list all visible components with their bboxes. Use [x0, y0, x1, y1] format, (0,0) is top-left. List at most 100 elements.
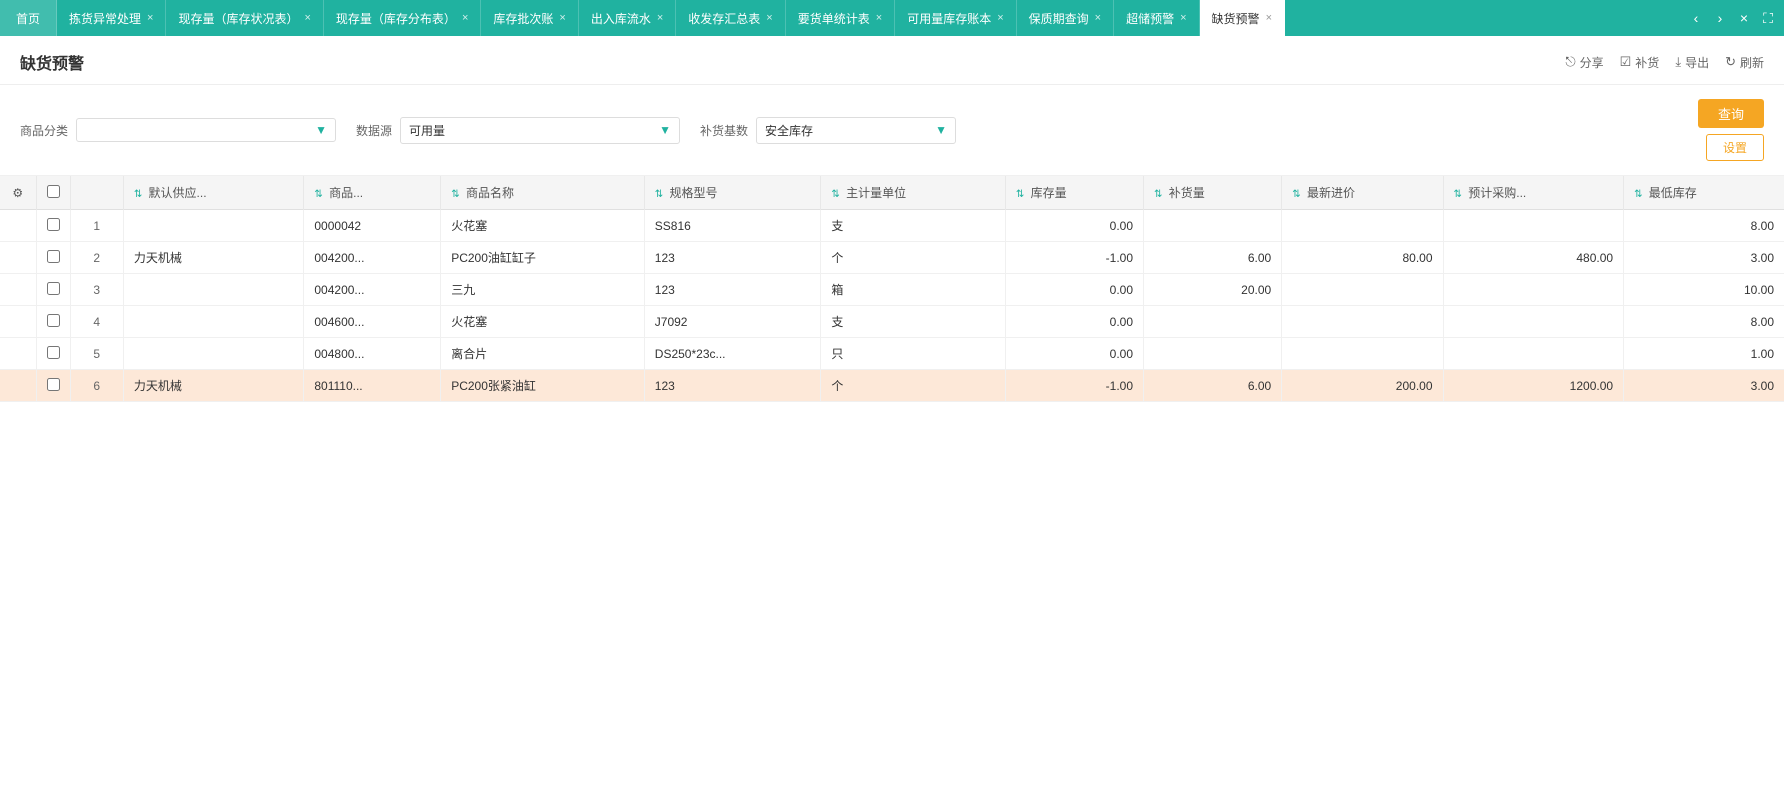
td-minstock-5: 3.00 [1624, 370, 1784, 402]
td-checkbox-0[interactable] [36, 210, 70, 242]
replenish-base-select-value: 安全库存 [765, 122, 813, 139]
tab-inventory-status[interactable]: 现存量（库存状况表） × [166, 0, 323, 36]
row-checkbox-4[interactable] [47, 346, 60, 359]
sort-icon-unit: ⇅ [831, 189, 839, 200]
share-icon: ⎋ [1565, 54, 1575, 70]
th-min-stock[interactable]: ⇅ 最低库存 [1624, 176, 1784, 210]
td-code-5: 801110... [304, 370, 441, 402]
td-unit-4: 只 [821, 338, 1005, 370]
td-price-1: 80.00 [1282, 242, 1443, 274]
refresh-button[interactable]: ↻ 刷新 [1725, 54, 1764, 71]
share-button[interactable]: ⎋ 分享 [1565, 54, 1603, 71]
row-checkbox-0[interactable] [47, 218, 60, 231]
datasource-select-arrow-icon: ▼ [659, 123, 671, 137]
tab-fullscreen-btn[interactable]: ⛶ [1756, 6, 1780, 30]
replenish-base-select-arrow-icon: ▼ [935, 123, 947, 137]
category-filter-group: 商品分类 ▼ [20, 118, 336, 142]
table-header-row: ⚙ ⇅ 默认供应... ⇅ 商品... ⇅ [0, 176, 1784, 210]
row-checkbox-1[interactable] [47, 250, 60, 263]
tab-shortage[interactable]: 缺货预警 × [1200, 0, 1285, 36]
tab-batch-account[interactable]: 库存批次账 × [481, 0, 578, 36]
tab-inventory-status-close[interactable]: × [304, 12, 310, 24]
tab-inventory-dist[interactable]: 现存量（库存分布表） × [324, 0, 481, 36]
row-checkbox-5[interactable] [47, 378, 60, 391]
th-product-code[interactable]: ⇅ 商品... [304, 176, 441, 210]
tab-order-stats[interactable]: 要货单统计表 × [786, 0, 895, 36]
th-latest-price[interactable]: ⇅ 最新进价 [1282, 176, 1443, 210]
td-checkbox-1[interactable] [36, 242, 70, 274]
td-checkbox-4[interactable] [36, 338, 70, 370]
datasource-filter-group: 数据源 可用量 ▼ [356, 117, 680, 144]
tab-expiry-query[interactable]: 保质期查询 × [1017, 0, 1114, 36]
td-est-2 [1443, 274, 1624, 306]
td-supplier-1: 力天机械 [123, 242, 304, 274]
td-replenish-4 [1144, 338, 1282, 370]
td-replenish-2: 20.00 [1144, 274, 1282, 306]
th-default-supplier-label: 默认供应... [149, 186, 207, 200]
th-product-name[interactable]: ⇅ 商品名称 [441, 176, 645, 210]
td-rownum-0: 1 [70, 210, 123, 242]
row-checkbox-2[interactable] [47, 282, 60, 295]
td-gear-5 [0, 370, 36, 402]
tab-order-stats-close[interactable]: × [876, 12, 882, 24]
tab-shortage-close[interactable]: × [1266, 12, 1272, 24]
tab-abnormal[interactable]: 拣货异常处理 × [57, 0, 166, 36]
tab-expiry-query-close[interactable]: × [1095, 12, 1101, 24]
td-stock-3: 0.00 [1005, 306, 1143, 338]
td-spec-0: SS816 [644, 210, 821, 242]
category-select[interactable]: ▼ [76, 118, 336, 142]
tab-inout-flow-close[interactable]: × [657, 12, 663, 24]
td-checkbox-3[interactable] [36, 306, 70, 338]
td-checkbox-2[interactable] [36, 274, 70, 306]
td-stock-1: -1.00 [1005, 242, 1143, 274]
datasource-select-value: 可用量 [409, 122, 445, 139]
tab-inout-flow[interactable]: 出入库流水 × [579, 0, 676, 36]
tab-abnormal-close[interactable]: × [147, 12, 153, 24]
tab-next-btn[interactable]: › [1708, 6, 1732, 30]
tab-close-btn[interactable]: × [1732, 6, 1756, 30]
td-checkbox-5[interactable] [36, 370, 70, 402]
filter-actions: 查询 设置 [1698, 99, 1764, 161]
th-est-purchase[interactable]: ⇅ 预计采购... [1443, 176, 1624, 210]
tab-overstock-close[interactable]: × [1180, 12, 1186, 24]
td-minstock-2: 10.00 [1624, 274, 1784, 306]
sort-icon-supplier: ⇅ [134, 189, 142, 200]
th-latest-price-label: 最新进价 [1307, 186, 1355, 200]
th-gear[interactable]: ⚙ [0, 176, 36, 210]
datasource-filter-label: 数据源 [356, 122, 392, 139]
td-supplier-4 [123, 338, 304, 370]
row-checkbox-3[interactable] [47, 314, 60, 327]
datasource-select[interactable]: 可用量 ▼ [400, 117, 680, 144]
td-replenish-0 [1144, 210, 1282, 242]
sort-icon-est: ⇅ [1454, 189, 1462, 200]
td-gear-2 [0, 274, 36, 306]
export-button[interactable]: ⤓ 导出 [1675, 54, 1709, 71]
tab-overstock-label: 超储预警 [1126, 10, 1174, 27]
td-price-0 [1282, 210, 1443, 242]
td-est-4 [1443, 338, 1624, 370]
select-all-checkbox[interactable] [47, 185, 60, 198]
th-default-supplier[interactable]: ⇅ 默认供应... [123, 176, 304, 210]
replenish-button[interactable]: ☑ 补货 [1620, 54, 1660, 71]
th-replenish-qty[interactable]: ⇅ 补货量 [1144, 176, 1282, 210]
tab-home[interactable]: 首页 [0, 0, 57, 36]
tab-available-ledger[interactable]: 可用量库存账本 × [895, 0, 1016, 36]
th-unit[interactable]: ⇅ 主计量单位 [821, 176, 1005, 210]
th-stock[interactable]: ⇅ 库存量 [1005, 176, 1143, 210]
tab-receive-summary[interactable]: 收发存汇总表 × [676, 0, 785, 36]
tab-receive-summary-close[interactable]: × [766, 12, 772, 24]
sort-icon-min: ⇅ [1634, 189, 1642, 200]
share-label: 分享 [1580, 54, 1604, 71]
query-button[interactable]: 查询 [1698, 99, 1764, 128]
tab-prev-btn[interactable]: ‹ [1684, 6, 1708, 30]
td-supplier-3 [123, 306, 304, 338]
td-gear-3 [0, 306, 36, 338]
settings-button[interactable]: 设置 [1706, 134, 1764, 161]
table-row: 2 力天机械 004200... PC200油缸缸子 123 个 -1.00 6… [0, 242, 1784, 274]
tab-inventory-dist-close[interactable]: × [462, 12, 468, 24]
replenish-base-select[interactable]: 安全库存 ▼ [756, 117, 956, 144]
th-spec[interactable]: ⇅ 规格型号 [644, 176, 821, 210]
tab-overstock[interactable]: 超储预警 × [1114, 0, 1199, 36]
tab-batch-account-close[interactable]: × [559, 12, 565, 24]
tab-available-ledger-close[interactable]: × [997, 12, 1003, 24]
